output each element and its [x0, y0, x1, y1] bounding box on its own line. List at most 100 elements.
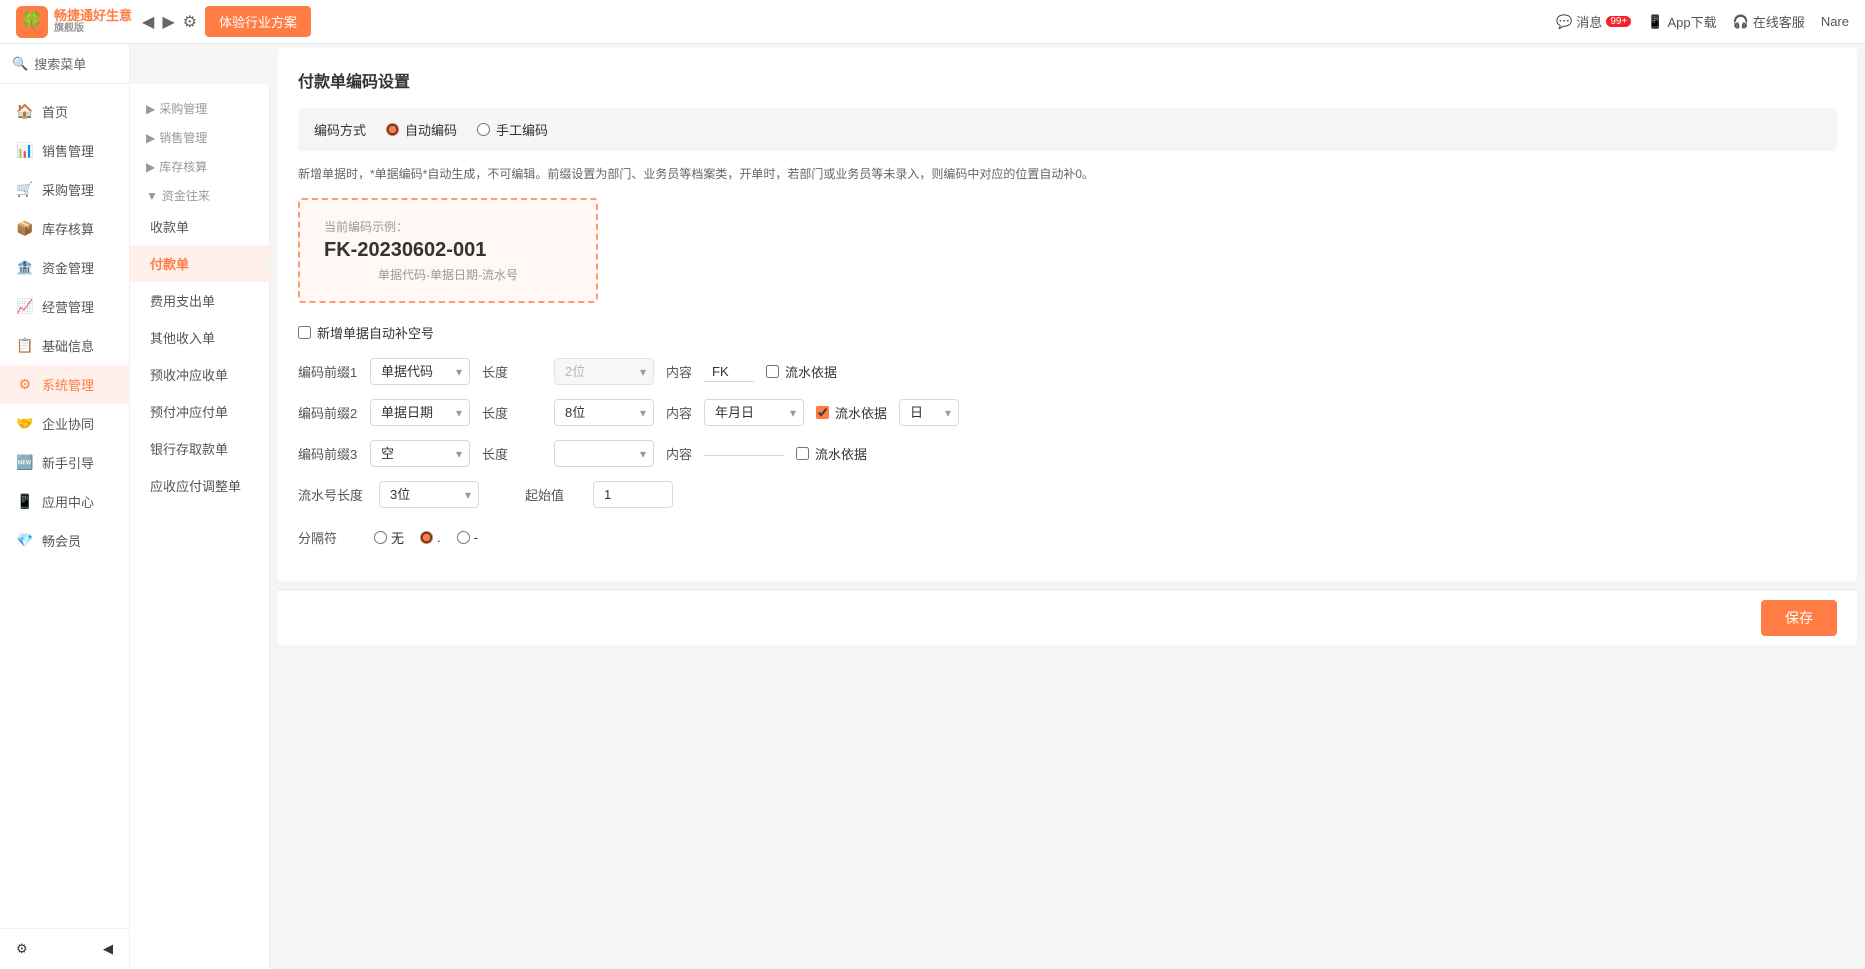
logo-name: 畅捷通好生意	[54, 8, 132, 24]
search-menu-label: 搜索菜单	[34, 54, 86, 73]
start-value-label: 起始值	[525, 485, 585, 504]
content2-select[interactable]: 年月日	[704, 399, 804, 426]
code-preview: 当前编码示例： FK-20230602-001 单据代码-单据日期-流水号	[298, 198, 598, 303]
auto-encode-option[interactable]: 自动编码	[386, 120, 457, 139]
sidebar-item-finance[interactable]: 🏦 资金管理	[0, 248, 129, 287]
message-button[interactable]: 💬 消息 99+	[1556, 12, 1631, 31]
submenu-receipt[interactable]: 收款单	[130, 208, 269, 245]
top-bar: 🍀 畅捷通好生意 旗舰版 ◀ ▶ ⚙ 体验行业方案 💬 消息 99+ 📱 App…	[0, 0, 1865, 44]
start-value-input[interactable]	[593, 481, 673, 508]
submenu-bank-deposit[interactable]: 银行存取款单	[130, 430, 269, 467]
prefix2-select[interactable]: 单据日期	[370, 399, 470, 426]
sidebar-settings-icon[interactable]: ⚙	[16, 941, 28, 957]
form-row-3: 编码前缀3 空 长度 内容 流水依据	[298, 440, 1837, 467]
sidebar-item-sales[interactable]: 📊 销售管理	[0, 131, 129, 170]
length3-select[interactable]	[554, 440, 654, 467]
system-icon: ⚙	[16, 376, 34, 394]
nav-back-btn[interactable]: ◀	[142, 12, 154, 32]
length2-select[interactable]: 8位	[554, 399, 654, 426]
online-service-btn[interactable]: 🎧 在线客服	[1733, 12, 1805, 31]
settings-icon[interactable]: ⚙	[183, 12, 197, 32]
submenu-capital[interactable]: ▼ 资金往来	[130, 179, 269, 208]
sidebar-nav: 🏠 首页 📊 销售管理 🛒 采购管理 📦 库存核算 🏦 资金管理 📈 经营管理 …	[0, 84, 129, 928]
sidebar-item-member[interactable]: 💎 畅会员	[0, 521, 129, 560]
sidebar-item-basic[interactable]: 📋 基础信息	[0, 326, 129, 365]
serial1-check: 流水依据	[766, 362, 837, 381]
prefix3-select[interactable]: 空	[370, 440, 470, 467]
search-menu[interactable]: 🔍 搜索菜单	[0, 44, 129, 84]
user-area[interactable]: Nare	[1821, 14, 1849, 29]
operation-icon: 📈	[16, 298, 34, 316]
auto-fill-checkbox[interactable]	[298, 326, 311, 339]
content2-label: 内容	[666, 403, 692, 422]
search-icon: 🔍	[12, 56, 28, 72]
submenu-prepay-receive[interactable]: 预收冲应收单	[130, 356, 269, 393]
sidebar-item-purchase[interactable]: 🛒 采购管理	[0, 170, 129, 209]
code-preview-label: 当前编码示例：	[324, 218, 572, 235]
content2-select-wrapper: 年月日	[704, 399, 804, 426]
save-button[interactable]: 保存	[1761, 600, 1837, 636]
serial3-checkbox[interactable]	[796, 447, 809, 460]
auto-encode-radio[interactable]	[386, 123, 399, 136]
serial2-checkbox[interactable]	[816, 406, 829, 419]
serial1-checkbox[interactable]	[766, 365, 779, 378]
submenu-inventory[interactable]: ▶ 库存核算	[130, 150, 269, 179]
sidebar-item-system[interactable]: ⚙ 系统管理	[0, 365, 129, 404]
submenu-prepay-pay[interactable]: 预付冲应付单	[130, 393, 269, 430]
sidebar-item-label: 系统管理	[42, 375, 94, 394]
encoding-method-row: 编码方式 自动编码 手工编码	[298, 108, 1837, 151]
day2-select-wrapper: 日 月 年	[899, 399, 959, 426]
auto-fill-row: 新增单据自动补空号	[298, 323, 1837, 342]
manual-encode-option[interactable]: 手工编码	[477, 120, 548, 139]
logo-icon: 🍀	[16, 6, 48, 38]
sales-icon: 📊	[16, 142, 34, 160]
form-row-1: 编码前缀1 单据代码 长度 2位 内容 FK 流水依据	[298, 358, 1837, 385]
serial-length-select-wrapper: 3位 4位 5位	[379, 481, 479, 508]
length1-select[interactable]: 2位	[554, 358, 654, 385]
submenu-purchase[interactable]: ▶ 采购管理	[130, 92, 269, 121]
sidebar-item-home[interactable]: 🏠 首页	[0, 92, 129, 131]
sidebar-item-label: 新手引导	[42, 453, 94, 472]
submenu-capital-label: 资金往来	[162, 187, 210, 204]
auto-encode-label: 自动编码	[405, 120, 457, 139]
sidebar-item-label: 销售管理	[42, 141, 94, 160]
content1-label: 内容	[666, 362, 692, 381]
length3-select-wrapper	[554, 440, 654, 467]
auto-fill-label: 新增单据自动补空号	[317, 323, 434, 342]
prefix2-select-wrapper: 单据日期	[370, 399, 470, 426]
submenu-ar-ap-adjust[interactable]: 应收应付调整单	[130, 467, 269, 504]
trial-button[interactable]: 体验行业方案	[205, 6, 311, 37]
sidebar-item-label: 库存核算	[42, 219, 94, 238]
top-bar-left: 🍀 畅捷通好生意 旗舰版 ◀ ▶ ⚙ 体验行业方案	[16, 6, 311, 38]
sidebar-bottom: ⚙ ◀	[0, 928, 129, 969]
sep-dot-option[interactable]: .	[420, 530, 441, 545]
day2-select[interactable]: 日 月 年	[899, 399, 959, 426]
top-bar-controls: ◀ ▶ ⚙ 体验行业方案	[142, 6, 311, 37]
sidebar-item-operation[interactable]: 📈 经营管理	[0, 287, 129, 326]
sidebar-item-guide[interactable]: 🆕 新手引导	[0, 443, 129, 482]
sidebar-collapse-icon[interactable]: ◀	[103, 941, 113, 957]
sidebar-item-label: 畅会员	[42, 531, 81, 550]
sidebar-item-inventory[interactable]: 📦 库存核算	[0, 209, 129, 248]
sep-dash-radio[interactable]	[457, 531, 470, 544]
prefix3-label: 编码前缀3	[298, 444, 358, 463]
submenu-expense[interactable]: 费用支出单	[130, 282, 269, 319]
prefix1-select[interactable]: 单据代码	[370, 358, 470, 385]
sidebar-item-apps[interactable]: 📱 应用中心	[0, 482, 129, 521]
app-download-btn[interactable]: 📱 App下载	[1647, 12, 1716, 31]
sep-none-option[interactable]: 无	[374, 528, 404, 547]
submenu-other-income[interactable]: 其他收入单	[130, 319, 269, 356]
nav-forward-btn[interactable]: ▶	[162, 12, 174, 32]
serial-length-select[interactable]: 3位 4位 5位	[379, 481, 479, 508]
sep-none-radio[interactable]	[374, 531, 387, 544]
submenu-sales[interactable]: ▶ 销售管理	[130, 121, 269, 150]
manual-encode-label: 手工编码	[496, 120, 548, 139]
sep-dot-radio[interactable]	[420, 531, 433, 544]
sidebar-item-corp[interactable]: 🤝 企业协同	[0, 404, 129, 443]
separator-row: 分隔符 无 . -	[298, 528, 1837, 547]
content3-label: 内容	[666, 444, 692, 463]
logo: 🍀 畅捷通好生意 旗舰版	[16, 6, 132, 38]
submenu-payment[interactable]: 付款单	[130, 245, 269, 282]
manual-encode-radio[interactable]	[477, 123, 490, 136]
sep-dash-option[interactable]: -	[457, 530, 478, 545]
